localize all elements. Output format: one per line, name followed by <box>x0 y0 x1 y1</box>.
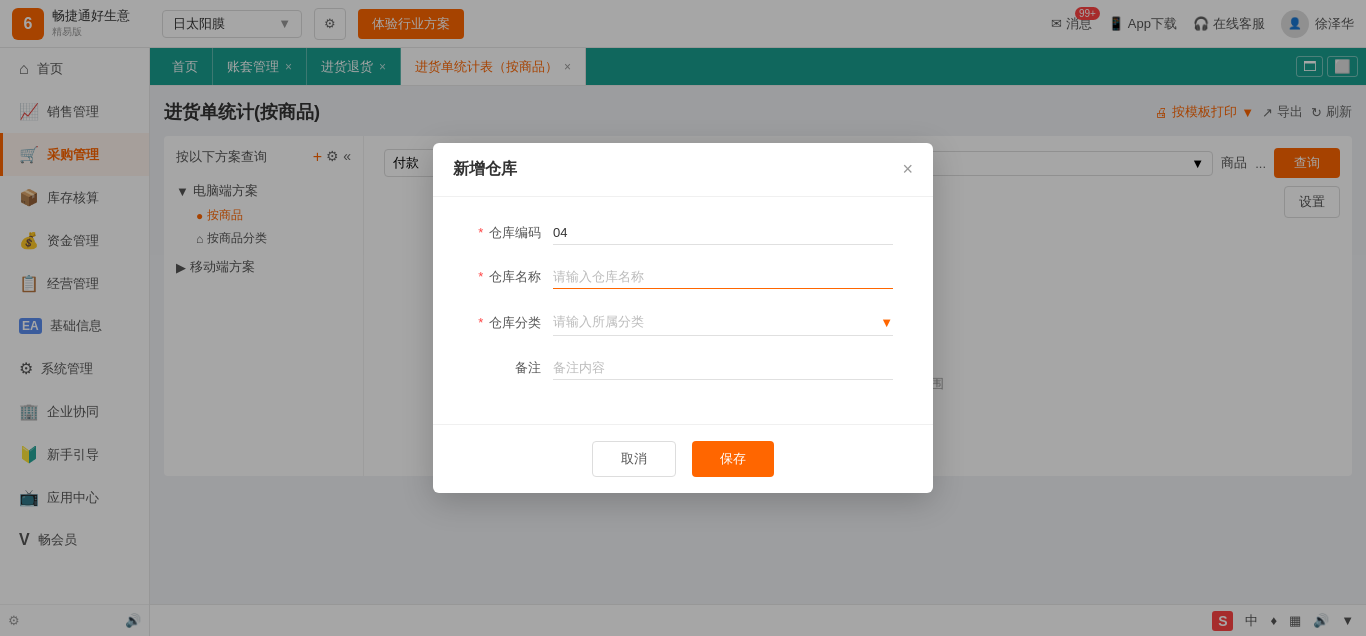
form-row-note: 备注 <box>473 356 893 380</box>
category-select[interactable]: 请输入所属分类 ▼ <box>553 309 893 336</box>
modal-body: * 仓库编码 * 仓库名称 * 仓库分类 请输入所属分类 ▼ <box>433 197 933 424</box>
form-row-code: * 仓库编码 <box>473 221 893 245</box>
note-input[interactable] <box>553 356 893 380</box>
modal-close-button[interactable]: × <box>902 159 913 180</box>
code-input[interactable] <box>553 221 893 245</box>
required-star-category: * <box>478 315 483 330</box>
category-label: * 仓库分类 <box>473 314 553 332</box>
modal-title: 新增仓库 <box>453 159 517 180</box>
note-label: 备注 <box>473 359 553 377</box>
category-dropdown-arrow: ▼ <box>880 315 893 330</box>
form-row-category: * 仓库分类 请输入所属分类 ▼ <box>473 309 893 336</box>
form-row-name: * 仓库名称 <box>473 265 893 289</box>
modal-header: 新增仓库 × <box>433 143 933 197</box>
add-warehouse-modal: 新增仓库 × * 仓库编码 * 仓库名称 * 仓库分类 请输入 <box>433 143 933 493</box>
save-button[interactable]: 保存 <box>692 441 774 477</box>
name-label: * 仓库名称 <box>473 268 553 286</box>
required-star-name: * <box>478 269 483 284</box>
cancel-button[interactable]: 取消 <box>592 441 676 477</box>
modal-footer: 取消 保存 <box>433 424 933 493</box>
category-placeholder: 请输入所属分类 <box>553 313 644 331</box>
required-star-code: * <box>478 225 483 240</box>
name-input[interactable] <box>553 265 893 289</box>
code-label: * 仓库编码 <box>473 224 553 242</box>
